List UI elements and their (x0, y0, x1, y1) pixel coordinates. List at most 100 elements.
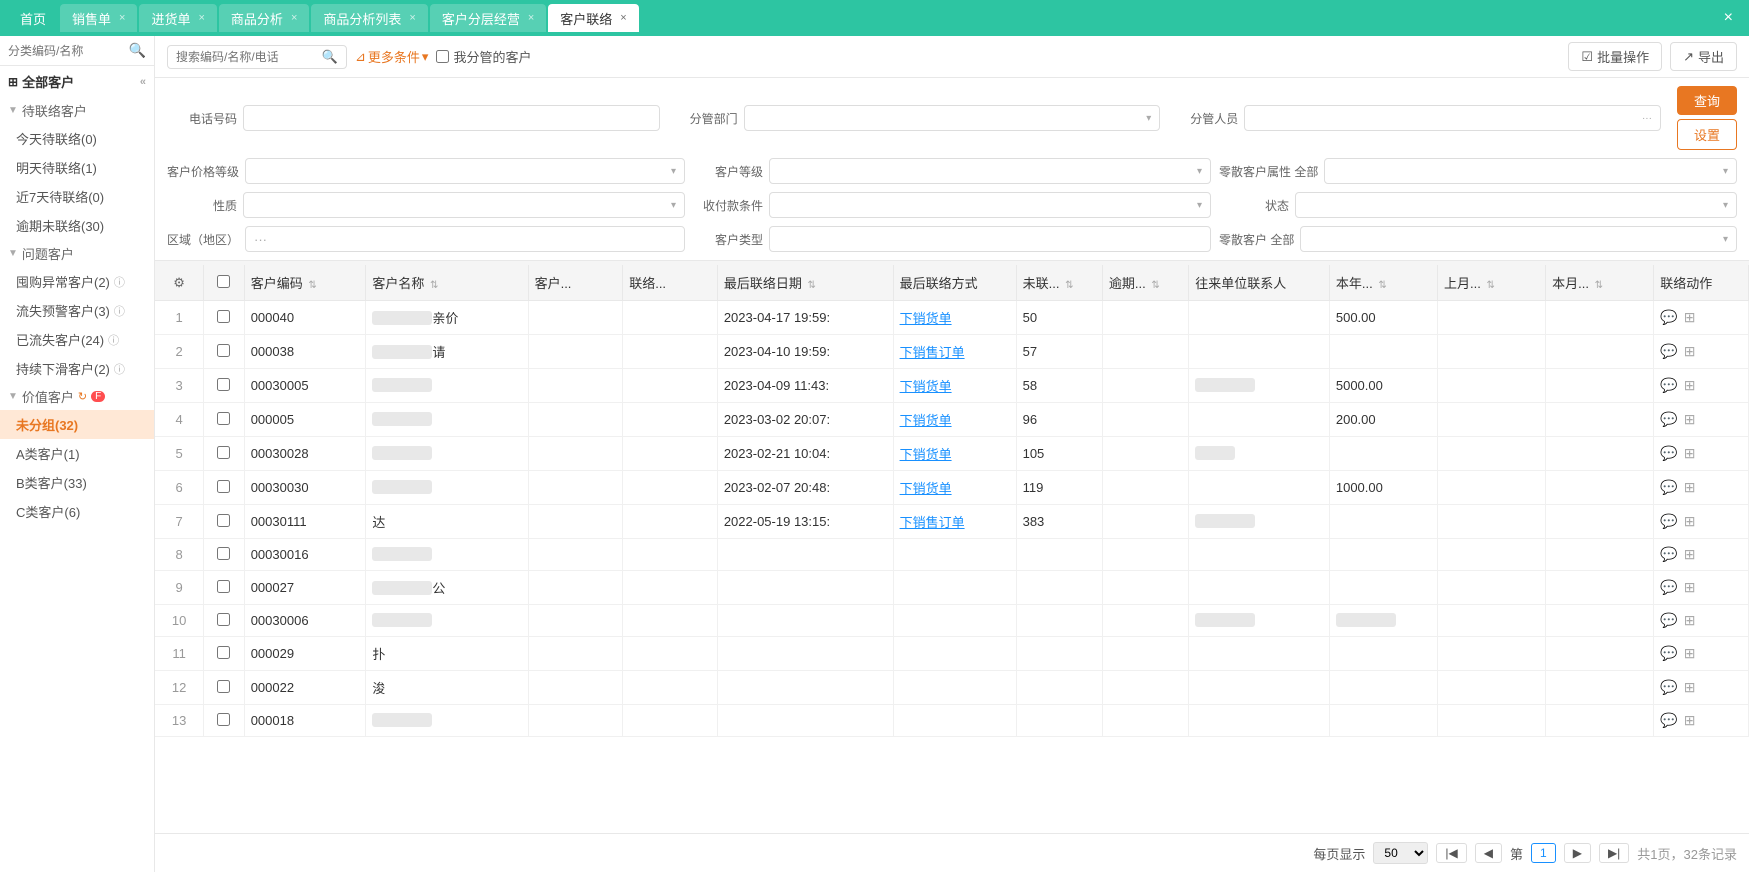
search-box[interactable]: 🔍 (167, 45, 347, 69)
reset-button[interactable]: 设置 (1677, 119, 1737, 150)
sidebar-item-tomorrow-pending[interactable]: 明天待联络(1) (0, 153, 154, 182)
row-checkbox-cell[interactable] (204, 335, 245, 369)
chat-icon[interactable]: 💬 (1660, 343, 1677, 360)
close-purchase-icon[interactable]: × (198, 12, 204, 24)
region-input[interactable]: ··· (245, 226, 685, 252)
close-customer-segmentation-icon[interactable]: × (528, 12, 534, 24)
chat-icon[interactable]: 💬 (1660, 445, 1677, 462)
row-checkbox-cell[interactable] (204, 369, 245, 403)
row-checkbox-cell[interactable] (204, 637, 245, 671)
grid-action-icon[interactable]: ⊞ (1684, 411, 1696, 428)
last-method-link[interactable]: 下销货单 (900, 379, 952, 394)
my-customers-checkbox[interactable]: 我分管的客户 (436, 47, 531, 66)
chat-icon[interactable]: 💬 (1660, 546, 1677, 563)
last-method-link[interactable]: 下销货单 (900, 413, 952, 428)
chat-icon[interactable]: 💬 (1660, 679, 1677, 696)
sidebar-item-class-b[interactable]: B类客户(33) (0, 468, 154, 497)
row-checkbox[interactable] (217, 480, 230, 493)
row-checkbox-cell[interactable] (204, 571, 245, 605)
grid-action-icon[interactable]: ⊞ (1684, 579, 1696, 596)
price-level-select[interactable]: ▾ (245, 158, 685, 184)
th-last-date[interactable]: 最后联络日期 ⇅ (717, 265, 893, 301)
row-checkbox[interactable] (217, 580, 230, 593)
row-checkbox-cell[interactable] (204, 403, 245, 437)
last-method-link[interactable]: 下销货单 (900, 447, 952, 462)
sidebar-item-7days-pending[interactable]: 近7天待联络(0) (0, 182, 154, 211)
row-checkbox-cell[interactable] (204, 539, 245, 571)
tab-customer-contact[interactable]: 客户联络 × (548, 4, 638, 32)
grid-action-icon[interactable]: ⊞ (1684, 309, 1696, 326)
first-page-button[interactable]: |◀ (1436, 843, 1466, 863)
settings-icon[interactable]: ⚙ (173, 275, 185, 290)
customer-type-input[interactable] (769, 226, 1211, 252)
retail-customer-select[interactable]: ▾ (1300, 226, 1737, 252)
sidebar-search-input[interactable] (8, 44, 125, 58)
row-checkbox[interactable] (217, 446, 230, 459)
more-conditions-button[interactable]: ⊿ 更多条件 ▾ (355, 47, 428, 66)
row-checkbox[interactable] (217, 646, 230, 659)
close-all-button[interactable]: × (1716, 9, 1741, 27)
per-page-select[interactable]: 50 100 200 (1373, 842, 1428, 864)
row-checkbox-cell[interactable] (204, 705, 245, 737)
sidebar-search[interactable]: 🔍 (0, 36, 154, 66)
grid-action-icon[interactable]: ⊞ (1684, 546, 1696, 563)
th-this-year[interactable]: 本年... ⇅ (1329, 265, 1437, 301)
batch-operation-button[interactable]: ☑ 批量操作 (1568, 42, 1662, 71)
export-button[interactable]: ↗ 导出 (1670, 42, 1737, 71)
sidebar-item-overdue-no-contact[interactable]: 逾期未联络(30) (0, 211, 154, 240)
tab-home[interactable]: 首页 (8, 4, 58, 32)
close-goods-analysis-list-icon[interactable]: × (409, 12, 415, 24)
tab-goods-analysis[interactable]: 商品分析 × (219, 4, 309, 32)
chat-icon[interactable]: 💬 (1660, 712, 1677, 729)
close-customer-contact-icon[interactable]: × (620, 12, 626, 24)
th-type[interactable]: 客户... (528, 265, 623, 301)
grid-action-icon[interactable]: ⊞ (1684, 479, 1696, 496)
retail-attr-select[interactable]: ▾ (1324, 158, 1737, 184)
tab-goods-analysis-list[interactable]: 商品分析列表 × (311, 4, 427, 32)
th-settings[interactable]: ⚙ (155, 265, 204, 301)
th-person[interactable]: 往来单位联系人 (1189, 265, 1330, 301)
tab-sales[interactable]: 销售单 × (60, 4, 137, 32)
sidebar-item-today-pending[interactable]: 今天待联络(0) (0, 124, 154, 153)
th-check[interactable] (204, 265, 245, 301)
value-group-header[interactable]: ▼ 价值客户 ↻ F (0, 383, 154, 410)
close-goods-analysis-icon[interactable]: × (291, 12, 297, 24)
th-last-method[interactable]: 最后联络方式 (893, 265, 1016, 301)
last-method-link[interactable]: 下销售订单 (900, 345, 965, 360)
problem-group-header[interactable]: ▼ 问题客户 (0, 240, 154, 267)
next-page-button[interactable]: ▶ (1564, 843, 1591, 863)
th-name[interactable]: 客户名称 ⇅ (366, 265, 528, 301)
row-checkbox-cell[interactable] (204, 505, 245, 539)
sidebar-item-class-a[interactable]: A类客户(1) (0, 439, 154, 468)
row-checkbox-cell[interactable] (204, 471, 245, 505)
row-checkbox[interactable] (217, 514, 230, 527)
payment-select[interactable]: ▾ (769, 192, 1211, 218)
sidebar-item-declining[interactable]: 持续下滑客户(2) ⓘ (0, 354, 154, 383)
row-checkbox[interactable] (217, 680, 230, 693)
grid-action-icon[interactable]: ⊞ (1684, 612, 1696, 629)
refresh-icon[interactable]: ↻ (78, 390, 87, 403)
sidebar-item-churn-warning[interactable]: 流失预警客户(3) ⓘ (0, 296, 154, 325)
chat-icon[interactable]: 💬 (1660, 579, 1677, 596)
chat-icon[interactable]: 💬 (1660, 479, 1677, 496)
all-customers-header[interactable]: ⊞ 全部客户 « (0, 66, 154, 97)
search-input[interactable] (176, 50, 318, 64)
last-method-link[interactable]: 下销售订单 (900, 515, 965, 530)
chat-icon[interactable]: 💬 (1660, 612, 1677, 629)
sidebar-item-ungrouped[interactable]: 未分组(32) (0, 410, 154, 439)
chat-icon[interactable]: 💬 (1660, 513, 1677, 530)
sidebar-item-class-c[interactable]: C类客户(6) (0, 497, 154, 526)
last-method-link[interactable]: 下销货单 (900, 311, 952, 326)
row-checkbox[interactable] (217, 344, 230, 357)
customer-level-select[interactable]: ▾ (769, 158, 1211, 184)
th-this-month[interactable]: 本月... ⇅ (1546, 265, 1654, 301)
grid-action-icon[interactable]: ⊞ (1684, 712, 1696, 729)
row-checkbox[interactable] (217, 310, 230, 323)
grid-action-icon[interactable]: ⊞ (1684, 343, 1696, 360)
manager-select[interactable]: ··· (1244, 105, 1661, 131)
row-checkbox[interactable] (217, 547, 230, 560)
row-checkbox[interactable] (217, 613, 230, 626)
prev-page-button[interactable]: ◀ (1475, 843, 1502, 863)
dept-select[interactable]: ▾ (744, 105, 1161, 131)
th-code[interactable]: 客户编码 ⇅ (244, 265, 366, 301)
